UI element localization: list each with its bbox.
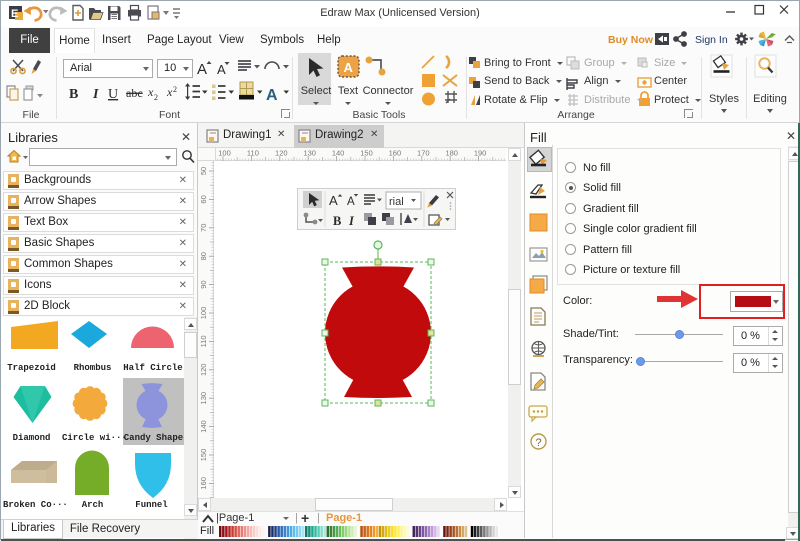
svg-text:130: 130: [303, 149, 316, 158]
svg-text:110: 110: [199, 335, 208, 347]
svg-text:A: A: [197, 61, 207, 78]
svg-text:180: 180: [445, 149, 458, 158]
svg-text:150: 150: [360, 149, 373, 158]
svg-text:70: 70: [199, 224, 208, 232]
svg-text:x: x: [166, 85, 173, 99]
svg-text:160: 160: [389, 149, 402, 158]
svg-text:130: 130: [199, 392, 208, 405]
svg-text:150: 150: [199, 449, 208, 462]
svg-text:90: 90: [199, 280, 208, 288]
svg-text:x: x: [147, 85, 154, 99]
svg-text:110: 110: [247, 149, 259, 158]
svg-text:abc: abc: [126, 86, 143, 100]
svg-text:I: I: [92, 87, 99, 102]
svg-text:2: 2: [154, 93, 158, 102]
svg-text:U: U: [108, 87, 118, 102]
svg-text:120: 120: [275, 149, 288, 158]
svg-text:A: A: [344, 60, 354, 75]
svg-text:B: B: [69, 87, 78, 102]
svg-text:100: 100: [199, 307, 208, 320]
svg-text:140: 140: [199, 420, 208, 433]
svg-text:50: 50: [199, 167, 208, 175]
svg-text:100: 100: [218, 149, 231, 158]
svg-text:170: 170: [417, 149, 430, 158]
svg-text:60: 60: [199, 195, 208, 203]
svg-text:140: 140: [332, 149, 345, 158]
svg-text:?: ?: [536, 437, 542, 449]
svg-text:80: 80: [199, 252, 208, 260]
svg-text:120: 120: [199, 364, 208, 377]
svg-text:160: 160: [199, 477, 208, 490]
svg-text:rial: rial: [389, 196, 404, 208]
svg-text:A: A: [217, 62, 226, 77]
svg-text:A: A: [347, 196, 355, 208]
svg-text:2: 2: [173, 85, 177, 94]
svg-text:A: A: [266, 87, 278, 104]
svg-text:190: 190: [474, 149, 487, 158]
svg-text:I: I: [348, 214, 355, 228]
svg-text:B: B: [333, 214, 341, 228]
svg-text:A: A: [329, 193, 338, 208]
